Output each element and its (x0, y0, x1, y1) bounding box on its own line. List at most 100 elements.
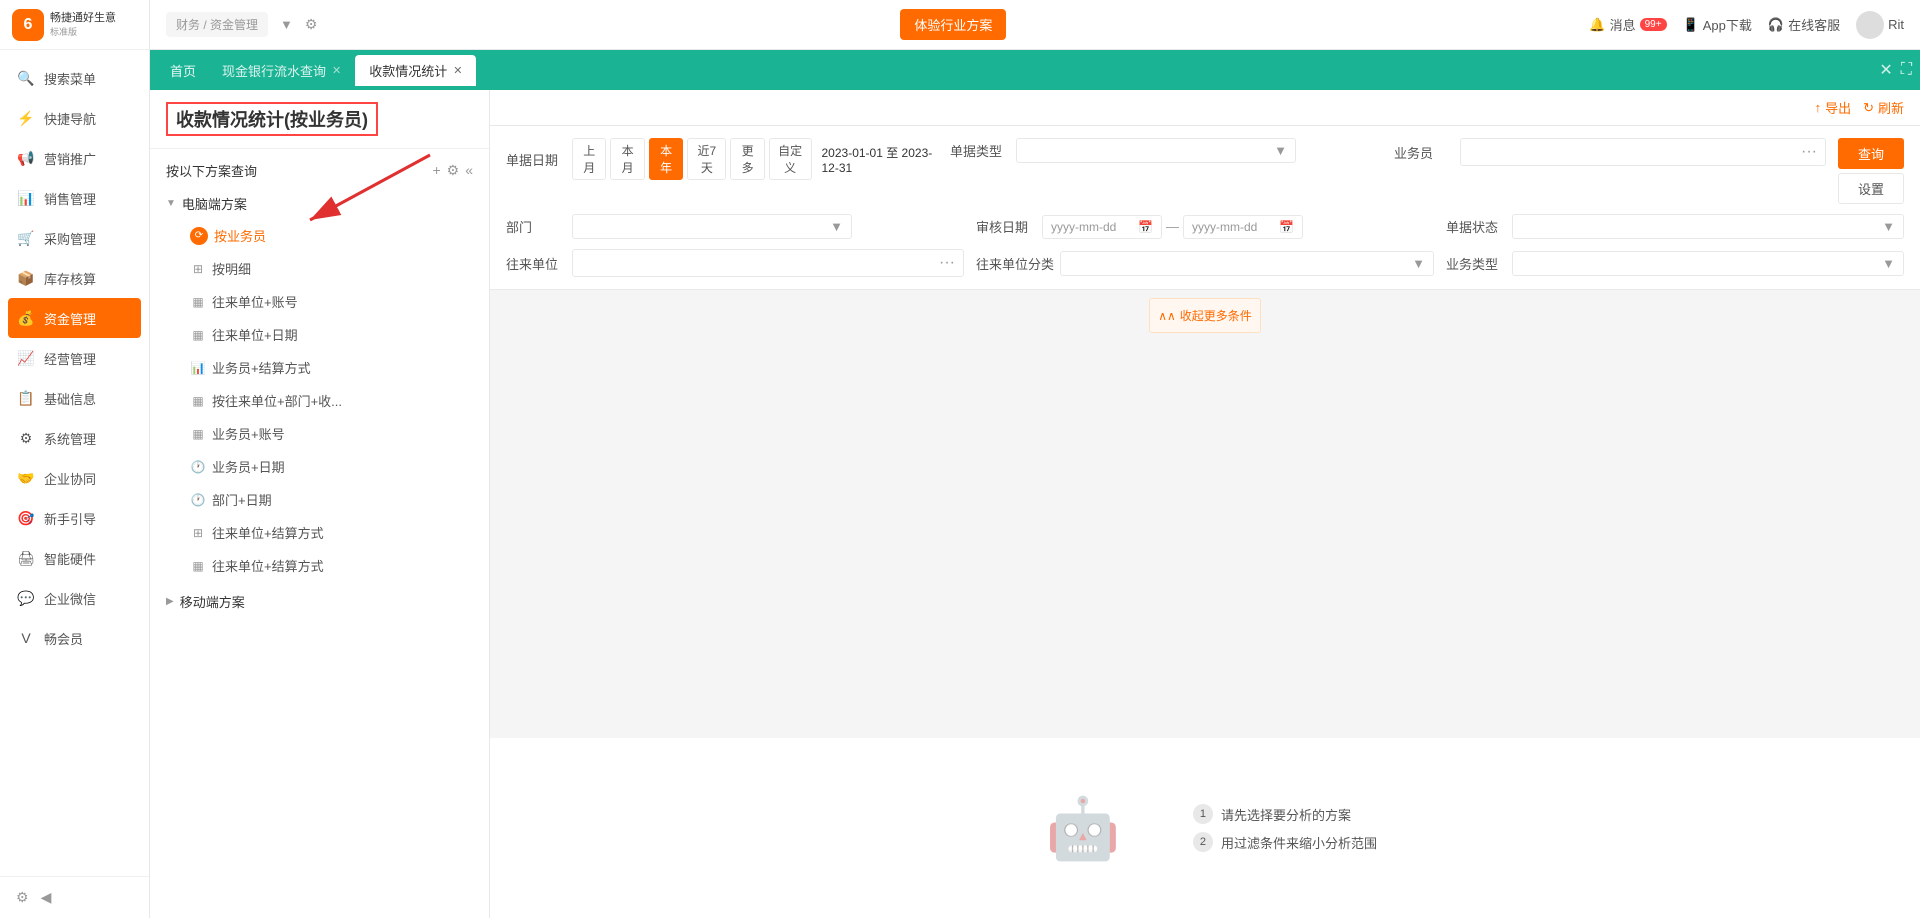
unit-settlement2-icon: ▦ (190, 558, 206, 574)
purchase-icon: 🛒 (16, 228, 36, 248)
tab-bank-flow[interactable]: 现金银行流水查询 ✕ (208, 55, 355, 86)
notifications-label: 消息 (1610, 15, 1636, 34)
scheme-item-unit-settlement2[interactable]: ▦ 往来单位+结算方式 (166, 549, 473, 582)
settings-button[interactable]: 设置 (1838, 173, 1904, 204)
refresh-button[interactable]: ↻ 刷新 (1863, 98, 1904, 117)
sidebar-item-marketing[interactable]: 📢 营销推广 (0, 138, 149, 178)
partner-dots[interactable]: ··· (939, 254, 955, 272)
tab-bank-flow-close[interactable]: ✕ (332, 64, 341, 77)
scheme-item-label: 按明细 (212, 259, 251, 278)
scheme-collapse-icon[interactable]: « (465, 162, 473, 179)
date-last-7[interactable]: 近7天 (687, 138, 726, 180)
scheme-item-unit-account[interactable]: ▦ 往来单位+账号 (166, 285, 473, 318)
date-last-month[interactable]: 上月 (572, 138, 606, 180)
tab-collection-stats-close[interactable]: ✕ (453, 64, 462, 77)
sidebar-item-wechat[interactable]: 💬 企业微信 (0, 578, 149, 618)
salesperson-settlement-icon: 📊 (190, 360, 206, 376)
salesperson-dots[interactable]: ··· (1801, 143, 1817, 161)
date-more[interactable]: 更多 (730, 138, 764, 180)
audit-date-from-input[interactable]: yyyy-mm-dd 📅 (1042, 215, 1162, 239)
scheme-item-label: 往来单位+日期 (212, 325, 298, 344)
scheme-pc-group-title[interactable]: ▼ 电脑端方案 (166, 188, 473, 219)
voucher-status-label: 单据状态 (1446, 217, 1506, 236)
audit-date-to-input[interactable]: yyyy-mm-dd 📅 (1183, 215, 1303, 239)
sidebar-item-label: 基础信息 (44, 389, 96, 408)
mobile-group-arrow: ▶ (166, 596, 174, 607)
business-type-select[interactable]: ▼ (1512, 251, 1904, 276)
date-this-year[interactable]: 本年 (649, 138, 683, 180)
sidebar-item-member[interactable]: V 畅会员 (0, 618, 149, 658)
scheme-mobile-group-title[interactable]: ▶ 移动端方案 (166, 586, 473, 617)
partner-type-select[interactable]: ▼ (1060, 251, 1434, 276)
empty-step-2: 2 用过滤条件来缩小分析范围 (1193, 832, 1377, 852)
voucher-status-select[interactable]: ▼ (1512, 214, 1904, 239)
scheme-item-salesperson-account[interactable]: ▦ 业务员+账号 (166, 417, 473, 450)
audit-date-from-value: yyyy-mm-dd (1051, 220, 1116, 234)
scheme-settings-icon[interactable]: ⚙ (447, 162, 460, 179)
scheme-item-unit-date[interactable]: ▦ 往来单位+日期 (166, 318, 473, 351)
sidebar-item-purchase[interactable]: 🛒 采购管理 (0, 218, 149, 258)
scheme-item-salesperson-date[interactable]: 🕐 业务员+日期 (166, 450, 473, 483)
header-right: 🔔 消息 99+ 📱 App下载 🎧 在线客服 Rit (1589, 11, 1904, 39)
sidebar-item-enterprise[interactable]: 🤝 企业协同 (0, 458, 149, 498)
sidebar-item-label: 新手引导 (44, 509, 96, 528)
sidebar-item-quicknav[interactable]: ⚡ 快捷导航 (0, 98, 149, 138)
tab-collection-stats[interactable]: 收款情况统计 ✕ (355, 55, 476, 86)
footer-collapse-icon[interactable]: ◀ (41, 889, 52, 906)
scheme-item-dept-date[interactable]: 🕐 部门+日期 (166, 483, 473, 516)
dept-label: 部门 (506, 217, 566, 236)
sidebar-item-hardware[interactable]: 🖨 智能硬件 (0, 538, 149, 578)
refresh-icon: ↻ (1863, 100, 1874, 116)
scheme-item-unit-dept-recv[interactable]: ▦ 按往来单位+部门+收... (166, 384, 473, 417)
calendar-to-icon: 📅 (1279, 220, 1294, 234)
scheme-item-label: 往来单位+结算方式 (212, 556, 324, 575)
sidebar-item-guide[interactable]: 🎯 新手引导 (0, 498, 149, 538)
step-2-text: 用过滤条件来缩小分析范围 (1221, 833, 1377, 852)
sidebar-item-operation[interactable]: 📈 经营管理 (0, 338, 149, 378)
scheme-add-icon[interactable]: + (432, 162, 440, 179)
scheme-pc-group: ▼ 电脑端方案 ⟳ 按业务员 ⊞ 按明细 ▦ 往来单位+账号 (166, 188, 473, 582)
scheme-item-salesperson-settlement[interactable]: 📊 业务员+结算方式 (166, 351, 473, 384)
scheme-item-by-detail[interactable]: ⊞ 按明细 (166, 252, 473, 285)
tab-maximize-icon[interactable]: ⛶ (1901, 61, 1912, 79)
collapse-filter-button[interactable]: ∧∧ 收起更多条件 (1149, 298, 1261, 333)
header-gear-icon[interactable]: ⚙ (305, 16, 318, 33)
sidebar-item-finance[interactable]: 💰 资金管理 (8, 298, 141, 338)
sidebar-item-basic[interactable]: 📋 基础信息 (0, 378, 149, 418)
footer-settings-icon[interactable]: ⚙ (16, 889, 29, 906)
calendar-from-icon: 📅 (1138, 220, 1153, 234)
date-this-month[interactable]: 本月 (610, 138, 644, 180)
date-range-display: 2023-01-01 至 2023-12-31 (822, 144, 939, 175)
phone-icon: 📱 (1683, 17, 1699, 33)
scheme-item-by-salesperson[interactable]: ⟳ 按业务员 (166, 219, 473, 252)
date-custom[interactable]: 自定义 (769, 138, 812, 180)
system-icon: ⚙ (16, 428, 36, 448)
sidebar-item-label: 企业微信 (44, 589, 96, 608)
trial-button[interactable]: 体验行业方案 (900, 9, 1006, 40)
sidebar: 6 畅捷通好生意 标准版 🔍 搜索菜单 ⚡ 快捷导航 📢 营销推广 📊 销售管理… (0, 0, 150, 918)
dept-select[interactable]: ▼ (572, 214, 852, 239)
user-item[interactable]: Rit (1856, 11, 1904, 39)
tab-home[interactable]: 首页 (158, 55, 208, 86)
sidebar-item-search[interactable]: 🔍 搜索菜单 (0, 58, 149, 98)
sidebar-item-label: 系统管理 (44, 429, 96, 448)
breadcrumb-dropdown-icon[interactable]: ▼ (280, 17, 293, 32)
pc-group-label: 电脑端方案 (182, 194, 247, 213)
voucher-type-select[interactable]: ▼ (1016, 138, 1296, 163)
scheme-item-label: 往来单位+账号 (212, 292, 298, 311)
scheme-panel: 按以下方案查询 + ⚙ « ▼ 电脑端方案 ⟳ 按业务员 (150, 149, 489, 633)
sidebar-item-inventory[interactable]: 📦 库存核算 (0, 258, 149, 298)
tab-bar-right: ✕ ⛶ (1879, 60, 1912, 80)
sidebar-item-sales[interactable]: 📊 销售管理 (0, 178, 149, 218)
guide-icon: 🎯 (16, 508, 36, 528)
query-button[interactable]: 查询 (1838, 138, 1904, 169)
export-button[interactable]: ↑ 导出 (1815, 98, 1852, 117)
mobile-group-label: 移动端方案 (180, 592, 245, 611)
sidebar-item-system[interactable]: ⚙ 系统管理 (0, 418, 149, 458)
header-left: 财务 / 资金管理 ▼ ⚙ (166, 12, 317, 37)
scheme-item-unit-settlement1[interactable]: ⊞ 往来单位+结算方式 (166, 516, 473, 549)
online-service-item[interactable]: 🎧 在线客服 (1768, 15, 1840, 34)
notifications-item[interactable]: 🔔 消息 99+ (1589, 15, 1666, 34)
app-download-item[interactable]: 📱 App下载 (1683, 15, 1752, 34)
tab-close-all-icon[interactable]: ✕ (1879, 60, 1892, 80)
